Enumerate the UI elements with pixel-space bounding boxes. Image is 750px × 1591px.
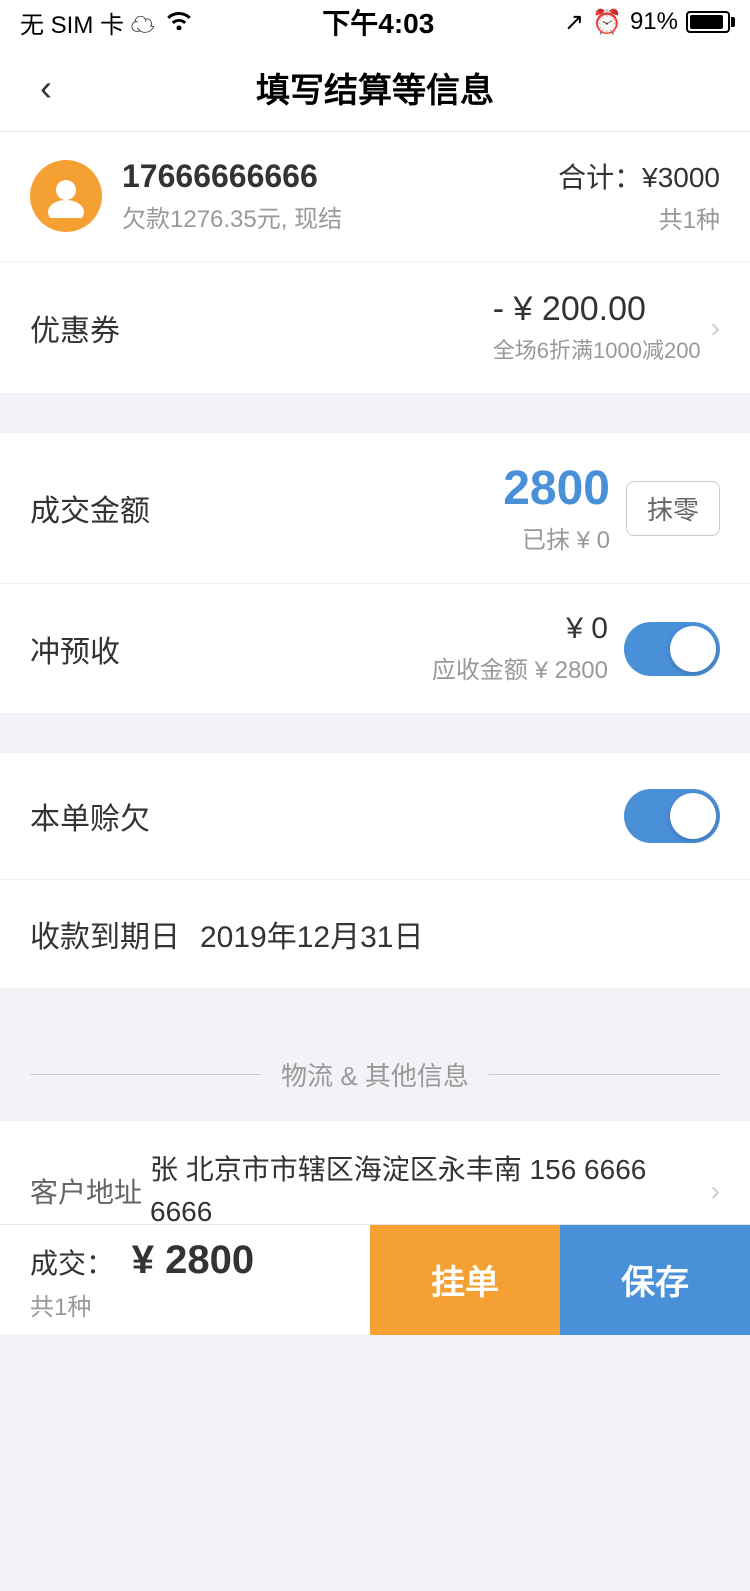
footer-deal-row: 成交： ¥ 2800 — [30, 1238, 340, 1283]
duedate-row: 收款到期日 2019年12月31日 — [0, 879, 750, 988]
amount-total: 合计：¥3000 — [558, 156, 720, 196]
pending-button[interactable]: 挂单 — [370, 1225, 560, 1335]
prepay-amounts: ¥ 0 应收金额 ¥ 2800 — [432, 612, 608, 685]
duedate-value: 2019年12月31日 — [200, 912, 423, 956]
status-bar: 无 SIM 卡 ☁ 下午4:03 ↗ ⏰ 91% — [0, 0, 750, 44]
chevron-right-icon: › — [711, 312, 720, 344]
credit-row: 本单赊欠 — [0, 753, 750, 879]
amount-count: 共1种 — [558, 200, 720, 235]
deal-amount-label: 成交金额 — [30, 486, 150, 530]
coupon-discount: - ¥ 200.00 — [493, 290, 701, 329]
back-button[interactable]: ‹ — [30, 57, 62, 119]
logistics-title: 物流 & 其他信息 — [281, 1056, 469, 1093]
customer-card: 17666666666 欠款1276.35元, 现结 合计：¥3000 共1种 … — [0, 132, 750, 393]
duedate-label: 收款到期日 — [30, 912, 180, 956]
footer-deal-amount: ¥ 2800 — [132, 1238, 254, 1282]
status-right: ↗ ⏰ 91% — [564, 8, 730, 37]
logistics-line-right — [489, 1074, 720, 1075]
battery-icon — [686, 11, 730, 33]
separator-2 — [0, 733, 750, 753]
deal-amount-card: 成交金额 2800 已抹 ¥ 0 抹零 冲预收 ¥ 0 应收金额 ¥ 2800 — [0, 433, 750, 713]
deal-amount-value: 2800 — [503, 461, 610, 516]
coupon-desc: 全场6折满1000减200 — [493, 333, 701, 365]
separator-1 — [0, 413, 750, 433]
address-chevron-icon: › — [711, 1175, 720, 1207]
round-zero-button[interactable]: 抹零 — [626, 481, 720, 536]
prepay-value: ¥ 0 — [432, 612, 608, 646]
prepay-due: 应收金额 ¥ 2800 — [432, 650, 608, 685]
page-title: 填写结算等信息 — [256, 63, 494, 112]
logistics-line-left — [30, 1074, 261, 1075]
coupon-right: - ¥ 200.00 全场6折满1000减200 › — [493, 290, 720, 365]
address-label: 客户地址 — [30, 1171, 150, 1211]
prepay-label: 冲预收 — [30, 627, 120, 671]
amount-erased: 已抹 ¥ 0 — [503, 520, 610, 555]
customer-sub: 欠款1276.35元, 现结 — [122, 199, 558, 234]
alarm-icon: ⏰ — [592, 8, 622, 37]
location-icon: ↗ — [564, 8, 584, 37]
battery-percent: 91% — [630, 8, 678, 36]
footer: 成交： ¥ 2800 共1种 挂单 保存 — [0, 1224, 750, 1334]
status-time: 下午4:03 — [322, 2, 434, 42]
coupon-label: 优惠券 — [30, 306, 120, 350]
status-left: 无 SIM 卡 ☁ — [20, 5, 193, 40]
nav-bar: ‹ 填写结算等信息 — [0, 44, 750, 132]
credit-card: 本单赊欠 收款到期日 2019年12月31日 — [0, 753, 750, 988]
credit-label: 本单赊欠 — [30, 794, 150, 838]
customer-info: 17666666666 欠款1276.35元, 现结 — [122, 158, 558, 234]
prepay-toggle[interactable] — [624, 622, 720, 676]
coupon-row[interactable]: 优惠券 - ¥ 200.00 全场6折满1000减200 › — [0, 261, 750, 393]
customer-phone: 17666666666 — [122, 158, 558, 195]
footer-deal-label: 成交： — [30, 1248, 114, 1279]
credit-toggle-thumb — [670, 793, 716, 839]
logistics-header: 物流 & 其他信息 — [0, 1028, 750, 1121]
credit-toggle[interactable] — [624, 789, 720, 843]
prepay-right: ¥ 0 应收金额 ¥ 2800 — [432, 612, 720, 685]
no-sim-label: 无 SIM 卡 ☁ — [20, 5, 155, 40]
address-value: 张 北京市市辖区海淀区永丰南 156 6666 6666 — [150, 1149, 701, 1233]
customer-row: 17666666666 欠款1276.35元, 现结 合计：¥3000 共1种 — [0, 132, 750, 259]
deal-amount-row: 成交金额 2800 已抹 ¥ 0 抹零 — [0, 433, 750, 584]
customer-amount: 合计：¥3000 共1种 — [558, 156, 720, 235]
toggle-thumb — [670, 626, 716, 672]
separator-3 — [0, 1008, 750, 1028]
deal-amount-right: 2800 已抹 ¥ 0 抹零 — [503, 461, 720, 555]
content: 17666666666 欠款1276.35元, 现结 合计：¥3000 共1种 … — [0, 132, 750, 1591]
footer-info: 成交： ¥ 2800 共1种 — [0, 1238, 370, 1322]
wifi-icon — [165, 8, 193, 37]
avatar — [30, 160, 102, 232]
footer-count: 共1种 — [30, 1287, 340, 1322]
prepay-row: 冲预收 ¥ 0 应收金额 ¥ 2800 — [0, 584, 750, 713]
save-button[interactable]: 保存 — [560, 1225, 750, 1335]
